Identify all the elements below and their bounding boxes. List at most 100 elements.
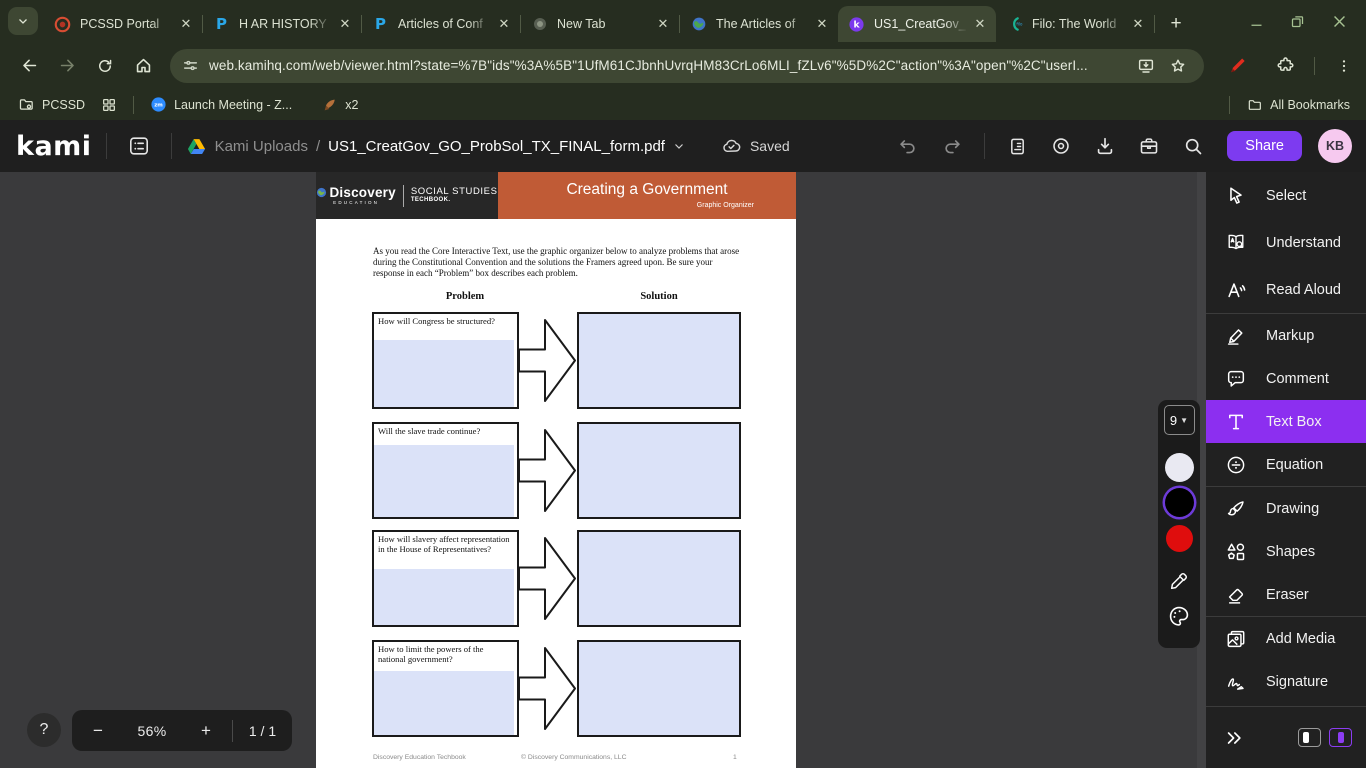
forward-button[interactable] — [48, 49, 86, 83]
back-button[interactable] — [10, 49, 48, 83]
color-palette-button[interactable] — [1167, 604, 1191, 628]
collapse-sidebar-icon[interactable] — [1224, 728, 1244, 748]
close-tab-icon[interactable]: ✕ — [178, 16, 194, 32]
close-tab-icon[interactable]: ✕ — [1130, 16, 1146, 32]
sidebar-item-shapes[interactable]: Shapes — [1206, 530, 1366, 573]
pages-button[interactable] — [999, 128, 1035, 164]
tab-h-ar-history[interactable]: P H AR HISTORY ✕ — [203, 6, 361, 42]
zoom-in-button[interactable]: + — [180, 721, 232, 741]
folder-gear-icon — [19, 99, 33, 110]
help-button[interactable]: ? — [27, 713, 61, 747]
sidebar-item-markup[interactable]: Markup — [1206, 314, 1366, 357]
problem-answer-field[interactable] — [374, 569, 514, 625]
tab-articles-of-conf[interactable]: P Articles of Conf ✕ — [362, 6, 520, 42]
view-options-button[interactable] — [1043, 128, 1079, 164]
bookmark-x2[interactable]: x2 — [314, 93, 366, 117]
tab-the-articles-of[interactable]: The Articles of ✕ — [680, 6, 838, 42]
close-tab-icon[interactable]: ✕ — [337, 16, 353, 32]
close-tab-icon[interactable]: ✕ — [972, 16, 988, 32]
close-tab-icon[interactable]: ✕ — [496, 16, 512, 32]
tab-us1-creatgov-active[interactable]: k US1_CreatGov_ ✕ — [838, 6, 996, 42]
all-bookmarks-button[interactable]: All Bookmarks — [1221, 93, 1358, 117]
close-tab-icon[interactable]: ✕ — [814, 16, 830, 32]
bookmark-zoom-meeting[interactable]: zm Launch Meeting - Z... — [142, 93, 300, 117]
problem-box[interactable]: How to limit the powers of the national … — [372, 640, 519, 737]
earth-favicon-icon — [690, 16, 707, 33]
paintbrush-icon — [1224, 497, 1248, 521]
browser-menu-button[interactable] — [1325, 49, 1363, 83]
font-size-dropdown[interactable]: 9 ▼ — [1163, 405, 1195, 435]
solution-answer-field[interactable] — [577, 640, 741, 737]
layout-toggle-left-panel[interactable] — [1298, 728, 1321, 747]
problem-box[interactable]: Will the slave trade continue? — [372, 422, 519, 519]
tab-filo[interactable]: filo Filo: The World ✕ — [996, 6, 1154, 42]
sidebar-item-signature[interactable]: Signature — [1206, 660, 1366, 703]
new-tab-button[interactable]: + — [1163, 11, 1189, 37]
kami-menu-button[interactable] — [121, 128, 157, 164]
color-swatch-black-selected[interactable] — [1164, 488, 1194, 517]
sidebar-item-label: Signature — [1266, 673, 1329, 690]
address-bar[interactable]: web.kamihq.com/web/viewer.html?state=%7B… — [170, 48, 1204, 83]
problem-box[interactable]: How will slavery affect representation i… — [372, 530, 519, 627]
bookmark-apps-grid[interactable] — [93, 93, 125, 117]
problem-answer-field[interactable] — [374, 671, 514, 735]
marker-extension-button[interactable] — [1218, 49, 1256, 83]
toolbar-divider — [105, 133, 107, 159]
solution-answer-field[interactable] — [577, 530, 741, 627]
window-close-icon[interactable] — [1331, 13, 1348, 30]
problem-answer-field[interactable] — [374, 445, 514, 517]
breadcrumb-folder[interactable]: Kami Uploads — [215, 138, 308, 155]
page-indicator[interactable]: 1 / 1 — [233, 723, 292, 739]
redo-button[interactable] — [934, 128, 970, 164]
extensions-button[interactable] — [1266, 49, 1304, 83]
download-button[interactable] — [1087, 128, 1123, 164]
search-button[interactable] — [1175, 128, 1211, 164]
sidebar-item-eraser[interactable]: Eraser — [1206, 573, 1366, 616]
tab-new-tab[interactable]: New Tab ✕ — [521, 6, 679, 42]
layout-toggles — [1298, 728, 1352, 747]
window-minimize-icon[interactable] — [1249, 14, 1264, 29]
redo-icon — [945, 140, 960, 154]
column-header-solution: Solution — [640, 291, 678, 302]
tab-pcssd-portal[interactable]: PCSSD Portal ✕ — [44, 6, 202, 42]
sidebar-item-read-aloud[interactable]: Read Aloud — [1206, 266, 1366, 313]
share-button[interactable]: Share — [1227, 131, 1302, 161]
url-text[interactable]: web.kamihq.com/web/viewer.html?state=%7B… — [209, 58, 1130, 73]
sidebar-item-drawing[interactable]: Drawing — [1206, 487, 1366, 530]
sidebar-item-understand[interactable]: Understand — [1206, 219, 1366, 266]
tab-search-button[interactable] — [8, 7, 38, 35]
undo-button[interactable] — [890, 128, 926, 164]
window-restore-icon[interactable] — [1290, 14, 1305, 29]
zoom-level[interactable]: 56% — [124, 723, 180, 739]
reload-button[interactable] — [86, 49, 124, 83]
bookmark-star-button[interactable] — [1162, 49, 1194, 83]
sidebar-item-comment[interactable]: Comment — [1206, 357, 1366, 400]
eyedropper-button[interactable] — [1168, 570, 1190, 592]
reload-icon — [99, 59, 112, 72]
problem-answer-field[interactable] — [374, 340, 514, 407]
file-name[interactable]: US1_CreatGov_GO_ProbSol_TX_FINAL_form.pd… — [328, 138, 665, 155]
sidebar-item-text-box-active[interactable]: Text Box — [1206, 400, 1366, 443]
avatar[interactable]: KB — [1318, 129, 1352, 163]
zoom-out-button[interactable]: − — [72, 721, 124, 741]
chevron-down-icon[interactable] — [673, 140, 685, 152]
sidebar-item-add-media[interactable]: Add Media — [1206, 617, 1366, 660]
bookmarks-divider — [1229, 95, 1231, 114]
pdf-page: Discovery EDUCATION SOCIAL STUDIES TECHB… — [316, 172, 796, 768]
color-swatch-white[interactable] — [1164, 453, 1194, 482]
install-app-button[interactable] — [1130, 49, 1162, 83]
sidebar-item-equation[interactable]: Equation — [1206, 443, 1366, 486]
solution-answer-field[interactable] — [577, 312, 741, 409]
sidebar-item-select[interactable]: Select — [1206, 172, 1366, 219]
kami-favicon-icon: k — [848, 16, 865, 33]
solution-answer-field[interactable] — [577, 422, 741, 519]
close-tab-icon[interactable]: ✕ — [655, 16, 671, 32]
color-swatch-red[interactable] — [1165, 525, 1193, 552]
arrow-icon — [518, 429, 576, 512]
bookmark-pcssd-folder[interactable]: PCSSD — [10, 93, 93, 117]
layout-toggle-right-panel-active[interactable] — [1329, 728, 1352, 747]
work-collect-button[interactable] — [1131, 128, 1167, 164]
problem-box[interactable]: How will Congress be structured? — [372, 312, 519, 409]
site-settings-icon[interactable] — [182, 57, 199, 74]
home-button[interactable] — [124, 49, 162, 83]
